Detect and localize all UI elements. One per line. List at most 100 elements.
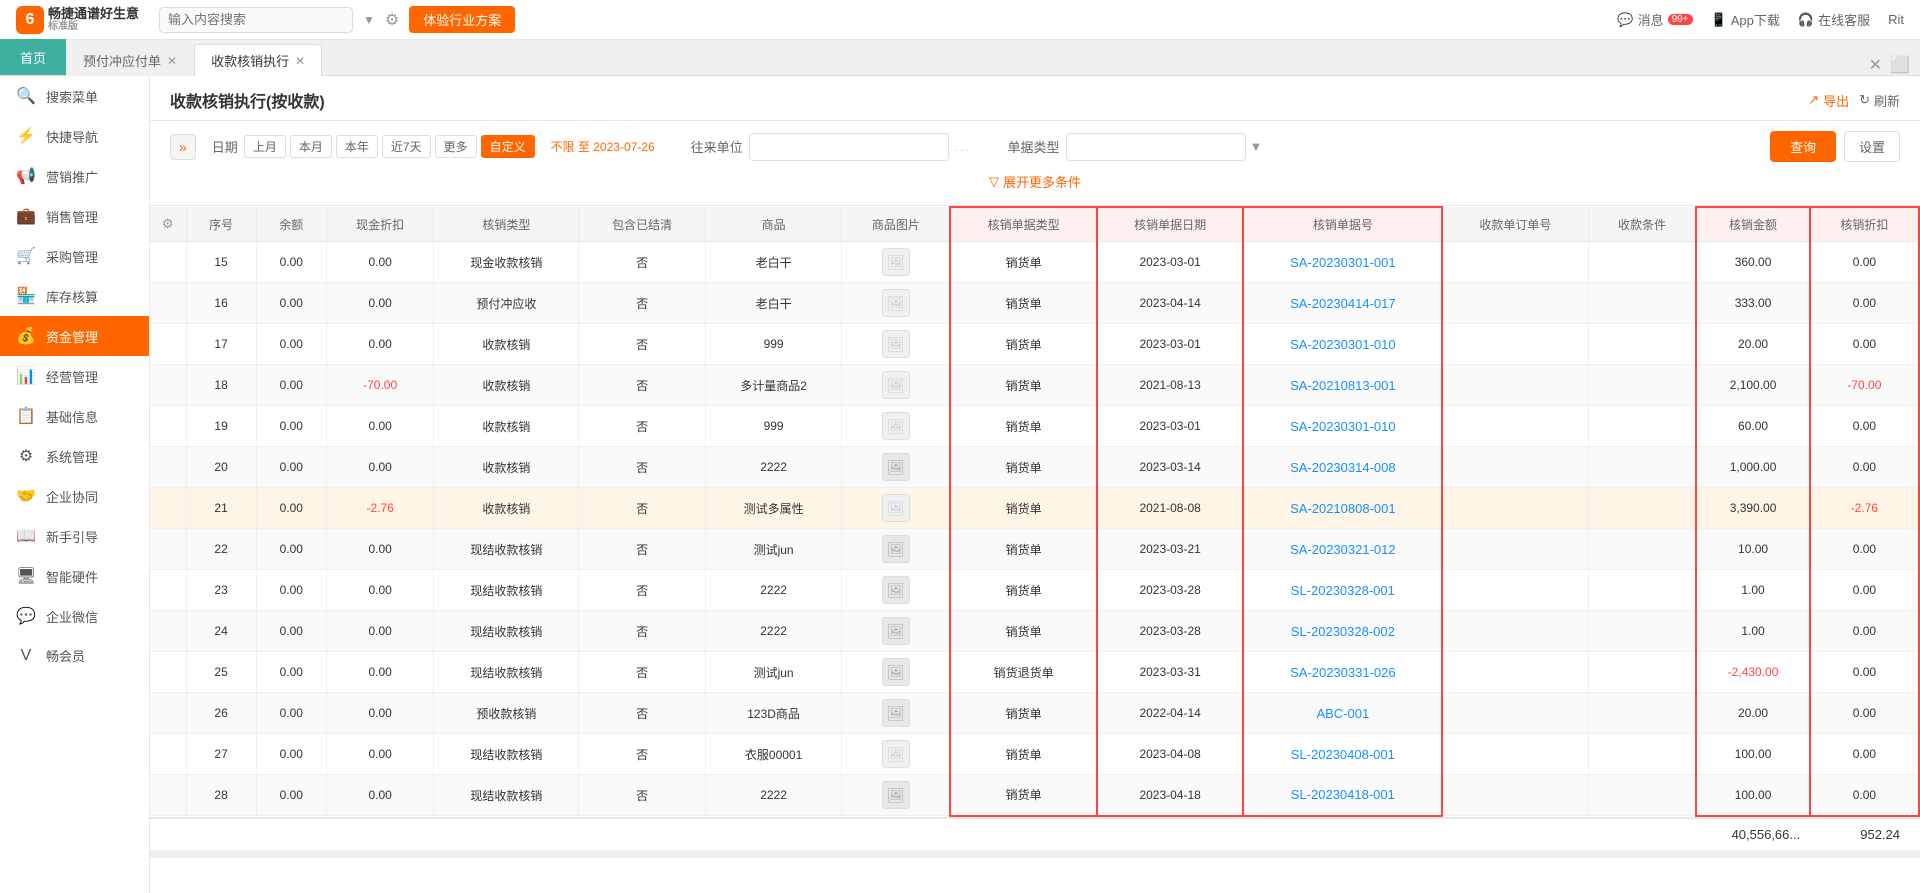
- partner-input[interactable]: [749, 133, 949, 161]
- cell-cancel-amount: 1.00: [1696, 570, 1809, 611]
- cell-cash-discount: 0.00: [326, 324, 434, 365]
- tab-expand-button[interactable]: ⬜: [1890, 55, 1910, 75]
- app-download-item[interactable]: 📱 App下载: [1711, 10, 1780, 29]
- goods-image: 🖼: [882, 371, 910, 399]
- cell-goods: 测试多属性: [705, 488, 842, 529]
- query-button[interactable]: 查询: [1770, 131, 1836, 162]
- sidebar-item-enterprise[interactable]: 🤝 企业协同: [0, 476, 149, 516]
- tab-prepay[interactable]: 预付冲应付单 ✕: [66, 44, 194, 76]
- bill-no-link[interactable]: SA-20230301-010: [1290, 419, 1396, 434]
- cell-cancel-discount: 0.00: [1810, 283, 1919, 324]
- sidebar-item-sales[interactable]: 💼 销售管理: [0, 196, 149, 236]
- cell-cancel-discount: 0.00: [1810, 693, 1919, 734]
- sidebar-item-system[interactable]: ⚙ 系统管理: [0, 436, 149, 476]
- export-button[interactable]: ↗ 导出: [1808, 91, 1849, 110]
- cell-receipt-condition: [1588, 283, 1696, 324]
- bill-no-link[interactable]: SA-20230301-010: [1290, 337, 1396, 352]
- cell-cancel-amount: 100.00: [1696, 775, 1809, 816]
- cell-include-settled: 否: [579, 570, 705, 611]
- bill-no-link[interactable]: SA-20230301-001: [1290, 255, 1396, 270]
- partner-dots: ...: [955, 139, 972, 154]
- bill-no-link[interactable]: SL-20230408-001: [1291, 747, 1395, 762]
- search-input[interactable]: [159, 7, 353, 33]
- horizontal-scrollbar[interactable]: [150, 850, 1920, 858]
- sidebar-item-operations[interactable]: 📊 经营管理: [0, 356, 149, 396]
- cell-include-settled: 否: [579, 447, 705, 488]
- bill-no-link[interactable]: SA-20210813-001: [1290, 378, 1396, 393]
- sidebar-item-purchase[interactable]: 🛒 采购管理: [0, 236, 149, 276]
- sidebar-item-finance[interactable]: 💰 资金管理: [0, 316, 149, 356]
- date-btn-this-month[interactable]: 本月: [290, 135, 332, 158]
- support-label: 在线客服: [1818, 10, 1870, 29]
- bill-no-link[interactable]: SA-20210808-001: [1290, 501, 1396, 516]
- sidebar-item-basic[interactable]: 📋 基础信息: [0, 396, 149, 436]
- bill-no-link[interactable]: SA-20230331-026: [1290, 665, 1396, 680]
- col-goods: 商品: [705, 207, 842, 242]
- cell-balance: 0.00: [256, 283, 326, 324]
- bill-no-link[interactable]: SA-20230314-008: [1290, 460, 1396, 475]
- bill-no-link[interactable]: SA-20230321-012: [1290, 542, 1396, 557]
- bill-no-link[interactable]: SL-20230328-001: [1291, 583, 1395, 598]
- sidebar-item-hardware-label: 智能硬件: [46, 567, 98, 586]
- billtype-dropdown-icon[interactable]: ▼: [1250, 139, 1263, 154]
- sidebar-item-marketing[interactable]: 📢 营销推广: [0, 156, 149, 196]
- sidebar-item-enterprise-label: 企业协同: [46, 487, 98, 506]
- col-cancel-type: 核销类型: [434, 207, 579, 242]
- sidebar-item-inventory[interactable]: 🏪 库存核算: [0, 276, 149, 316]
- sidebar-item-quicknav[interactable]: ⚡ 快捷导航: [0, 116, 149, 156]
- cell-balance: 0.00: [256, 611, 326, 652]
- brand-sub: 标准版: [48, 21, 139, 33]
- col-bill-no: 核销单据号: [1243, 207, 1442, 242]
- dropdown-arrow-icon[interactable]: ▼: [363, 13, 375, 27]
- cell-cancel-discount: 0.00: [1810, 734, 1919, 775]
- cell-goods-img: 🖼: [842, 406, 950, 447]
- date-btn-last-month[interactable]: 上月: [244, 135, 286, 158]
- cell-bill-date: 2021-08-13: [1097, 365, 1244, 406]
- sidebar-item-search[interactable]: 🔍 搜索菜单: [0, 76, 149, 116]
- sidebar-item-guide[interactable]: 📖 新手引导: [0, 516, 149, 556]
- cell-bill-type: 销货单: [950, 283, 1097, 324]
- cell-checkbox: [150, 529, 186, 570]
- support-item[interactable]: 🎧 在线客服: [1798, 10, 1870, 29]
- date-btn-7days[interactable]: 近7天: [382, 135, 431, 158]
- sidebar-item-member[interactable]: V 畅会员: [0, 636, 149, 675]
- setting-button[interactable]: 设置: [1844, 131, 1900, 162]
- gear-icon[interactable]: ⚙: [385, 10, 399, 30]
- tab-close-button[interactable]: ✕: [1869, 55, 1882, 75]
- sidebar-item-wechat-label: 企业微信: [46, 607, 98, 626]
- sidebar-item-hardware[interactable]: 🖥 智能硬件: [0, 556, 149, 596]
- cell-receipt-condition: [1588, 693, 1696, 734]
- cell-receipt-order-no: [1442, 693, 1588, 734]
- solution-button[interactable]: 体验行业方案: [409, 6, 515, 33]
- tab-receipt-close-icon[interactable]: ✕: [295, 54, 305, 68]
- cell-bill-date: 2023-03-01: [1097, 324, 1244, 365]
- sidebar: 🔍 搜索菜单 ⚡ 快捷导航 📢 营销推广 💼 销售管理 🛒 采购管理 🏪 库存核…: [0, 76, 150, 893]
- cell-cancel-type: 预收款核销: [434, 693, 579, 734]
- bill-no-link[interactable]: SL-20230418-001: [1291, 787, 1395, 802]
- message-item[interactable]: 💬 消息 99+: [1617, 10, 1692, 29]
- tab-receipt[interactable]: 收款核销执行 ✕: [194, 44, 322, 76]
- bill-no-link[interactable]: SL-20230328-002: [1291, 624, 1395, 639]
- cell-receipt-order-no: [1442, 283, 1588, 324]
- tab-prepay-close-icon[interactable]: ✕: [167, 54, 177, 68]
- cell-cancel-amount: 360.00: [1696, 242, 1809, 283]
- sidebar-item-wechat[interactable]: 💬 企业微信: [0, 596, 149, 636]
- cell-balance: 0.00: [256, 570, 326, 611]
- billtype-input[interactable]: [1066, 133, 1246, 161]
- tab-home[interactable]: 首页: [0, 39, 66, 75]
- date-btn-this-year[interactable]: 本年: [336, 135, 378, 158]
- cell-bill-no: SA-20210813-001: [1243, 365, 1442, 406]
- bill-no-link[interactable]: ABC-001: [1316, 706, 1369, 721]
- cell-cash-discount: 0.00: [326, 406, 434, 447]
- table-row: 21 0.00 -2.76 收款核销 否 测试多属性 🖼 销货单 2021-08…: [150, 488, 1919, 529]
- filter-expand-btn[interactable]: »: [170, 134, 196, 160]
- cell-cancel-type: 现结收款核销: [434, 570, 579, 611]
- date-btn-custom[interactable]: 自定义: [481, 135, 535, 158]
- col-gear-icon[interactable]: ⚙: [162, 216, 174, 231]
- user-item[interactable]: Rit: [1888, 12, 1904, 27]
- refresh-button[interactable]: ↻ 刷新: [1859, 91, 1900, 110]
- bill-no-link[interactable]: SA-20230414-017: [1290, 296, 1396, 311]
- expand-more-btn[interactable]: ▽ 展开更多条件: [170, 168, 1900, 195]
- cell-cash-discount: 0.00: [326, 283, 434, 324]
- date-btn-more[interactable]: 更多: [435, 135, 477, 158]
